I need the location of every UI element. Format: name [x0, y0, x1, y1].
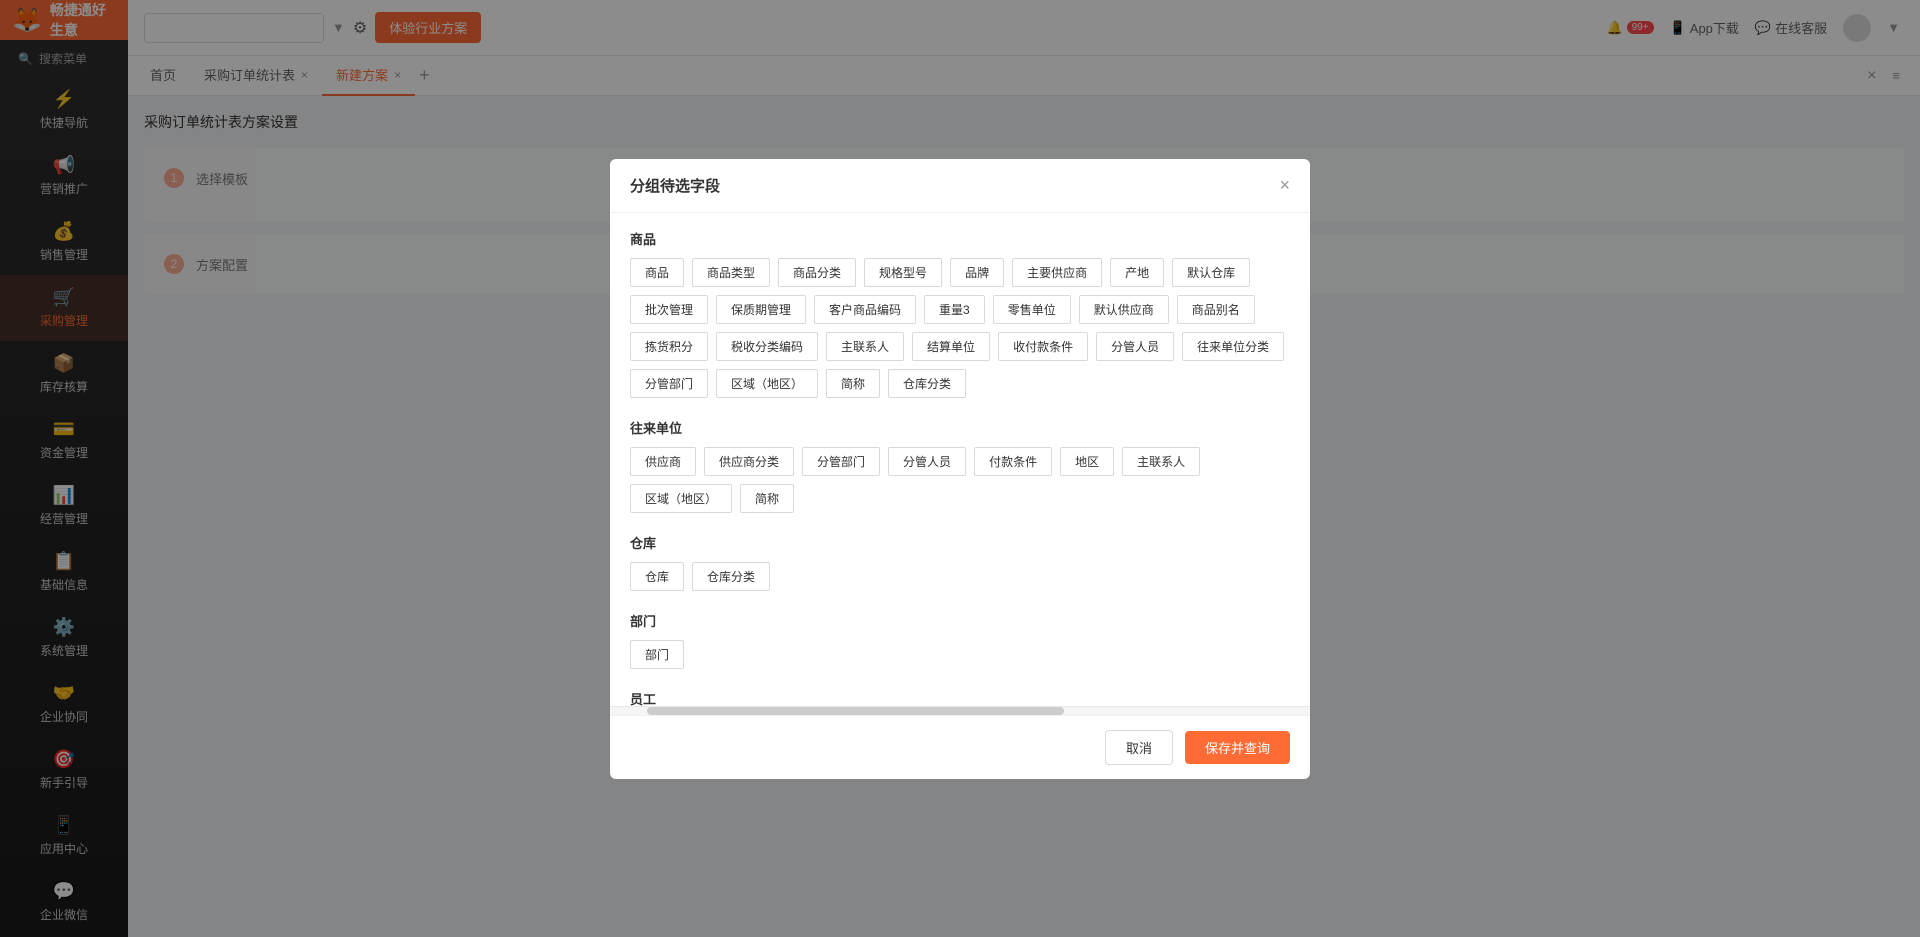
- modal-hscrollbar[interactable]: [610, 706, 1310, 715]
- field-tag-area[interactable]: 地区: [1060, 447, 1114, 476]
- field-tag-main-supplier[interactable]: 主要供应商: [1012, 258, 1102, 287]
- field-tag-weight[interactable]: 重量3: [924, 295, 985, 324]
- field-tag-counterparty-category[interactable]: 往来单位分类: [1182, 332, 1284, 361]
- modal-close-button[interactable]: ×: [1279, 176, 1290, 194]
- modal-overlay: 分组待选字段 × 商品 商品 商品类型 商品分类 规格型号 品牌 主要供应商 产…: [0, 0, 1920, 937]
- counterparty-section: 往来单位 供应商 供应商分类 分管部门 分管人员 付款条件 地区 主联系人 区域…: [630, 418, 1290, 513]
- warehouse-fields: 仓库 仓库分类: [630, 562, 1290, 591]
- warehouse-section: 仓库 仓库 仓库分类: [630, 533, 1290, 591]
- field-tag-main-contact[interactable]: 主联系人: [826, 332, 904, 361]
- field-tag-pick-score[interactable]: 拣货积分: [630, 332, 708, 361]
- field-tag-payment-terms[interactable]: 收付款条件: [998, 332, 1088, 361]
- department-section: 部门 部门: [630, 611, 1290, 669]
- department-title: 部门: [630, 611, 1290, 630]
- field-tag-origin[interactable]: 产地: [1110, 258, 1164, 287]
- save-query-button[interactable]: 保存并查询: [1185, 731, 1290, 764]
- field-tag-warehouse[interactable]: 仓库: [630, 562, 684, 591]
- field-tag-goods-type[interactable]: 商品类型: [692, 258, 770, 287]
- field-tag-expiry[interactable]: 保质期管理: [716, 295, 806, 324]
- modal-footer: 取消 保存并查询: [610, 715, 1310, 779]
- field-tag-dept-charge[interactable]: 分管部门: [630, 369, 708, 398]
- field-tag-supplier-cat[interactable]: 供应商分类: [704, 447, 794, 476]
- staff-title: 员工: [630, 689, 1290, 706]
- field-tag-region[interactable]: 区域（地区）: [716, 369, 818, 398]
- field-tag-brand[interactable]: 品牌: [950, 258, 1004, 287]
- modal-body: 商品 商品 商品类型 商品分类 规格型号 品牌 主要供应商 产地 默认仓库 批次…: [610, 213, 1310, 706]
- field-tag-goods[interactable]: 商品: [630, 258, 684, 287]
- field-tag-cp-short[interactable]: 简称: [740, 484, 794, 513]
- field-tag-cp-region[interactable]: 区域（地区）: [630, 484, 732, 513]
- field-tag-retail-unit[interactable]: 零售单位: [993, 295, 1071, 324]
- cancel-button[interactable]: 取消: [1105, 730, 1173, 765]
- field-tag-short-name[interactable]: 简称: [826, 369, 880, 398]
- field-tag-tax-code[interactable]: 税收分类编码: [716, 332, 818, 361]
- field-tag-dept[interactable]: 部门: [630, 640, 684, 669]
- warehouse-title: 仓库: [630, 533, 1290, 552]
- modal-hscroll-thumb[interactable]: [647, 707, 1065, 715]
- modal-header: 分组待选字段 ×: [610, 159, 1310, 213]
- field-tag-supplier[interactable]: 供应商: [630, 447, 696, 476]
- field-tag-cp-contact[interactable]: 主联系人: [1122, 447, 1200, 476]
- field-tag-settle-unit[interactable]: 结算单位: [912, 332, 990, 361]
- goods-fields: 商品 商品类型 商品分类 规格型号 品牌 主要供应商 产地 默认仓库 批次管理 …: [630, 258, 1290, 398]
- field-tag-batch[interactable]: 批次管理: [630, 295, 708, 324]
- field-tag-default-supplier[interactable]: 默认供应商: [1079, 295, 1169, 324]
- goods-title: 商品: [630, 229, 1290, 248]
- counterparty-title: 往来单位: [630, 418, 1290, 437]
- department-fields: 部门: [630, 640, 1290, 669]
- field-tag-warehouse-cat[interactable]: 仓库分类: [888, 369, 966, 398]
- modal-dialog: 分组待选字段 × 商品 商品 商品类型 商品分类 规格型号 品牌 主要供应商 产…: [610, 159, 1310, 779]
- field-tag-cp-dept[interactable]: 分管部门: [802, 447, 880, 476]
- field-tag-person-charge[interactable]: 分管人员: [1096, 332, 1174, 361]
- counterparty-fields: 供应商 供应商分类 分管部门 分管人员 付款条件 地区 主联系人 区域（地区） …: [630, 447, 1290, 513]
- field-tag-cp-person[interactable]: 分管人员: [888, 447, 966, 476]
- field-tag-spec-type[interactable]: 规格型号: [864, 258, 942, 287]
- field-tag-goods-category[interactable]: 商品分类: [778, 258, 856, 287]
- staff-section: 员工 业务员: [630, 689, 1290, 706]
- field-tag-default-warehouse[interactable]: 默认仓库: [1172, 258, 1250, 287]
- field-tag-customer-code[interactable]: 客户商品编码: [814, 295, 916, 324]
- goods-section: 商品 商品 商品类型 商品分类 规格型号 品牌 主要供应商 产地 默认仓库 批次…: [630, 229, 1290, 398]
- field-tag-payment-cond[interactable]: 付款条件: [974, 447, 1052, 476]
- field-tag-wh-cat[interactable]: 仓库分类: [692, 562, 770, 591]
- modal-title: 分组待选字段: [630, 175, 720, 196]
- field-tag-alias[interactable]: 商品别名: [1177, 295, 1255, 324]
